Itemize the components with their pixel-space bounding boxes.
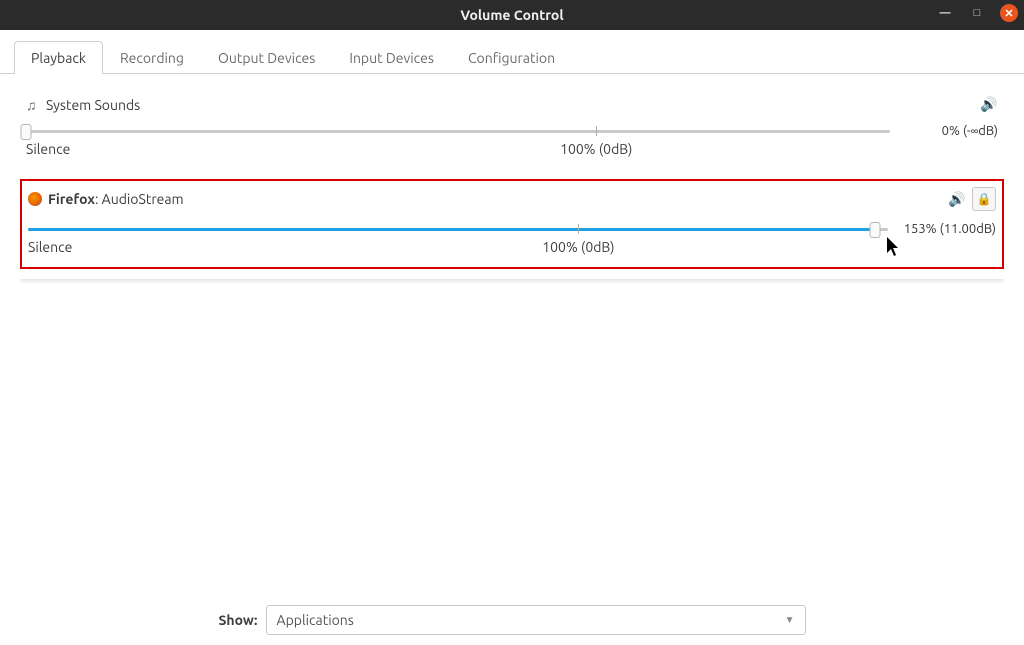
- mute-toggle-system[interactable]: 🔊: [980, 96, 998, 113]
- playback-content: ♫ System Sounds 🔊 0% (-∞dB) Silence 100%…: [0, 74, 1024, 269]
- volume-slider-firefox[interactable]: [28, 219, 888, 239]
- window-title: Volume Control: [460, 7, 563, 23]
- caption-100-firefox: 100% (0dB): [542, 239, 614, 255]
- tab-playback[interactable]: Playback: [14, 41, 103, 74]
- stream-app-name: Firefox: [48, 191, 95, 207]
- tab-configuration[interactable]: Configuration: [451, 41, 572, 74]
- show-combobox[interactable]: Applications ▼: [266, 605, 806, 635]
- firefox-icon: [28, 192, 42, 206]
- lock-channels-button[interactable]: 🔒: [972, 187, 996, 211]
- volume-value-firefox: 153% (11.00dB): [900, 222, 996, 236]
- volume-value-system: 0% (-∞dB): [902, 124, 998, 138]
- lock-icon: 🔒: [977, 192, 992, 206]
- tab-recording[interactable]: Recording: [103, 41, 201, 74]
- caption-silence-firefox: Silence: [28, 239, 72, 255]
- bottom-bar: Show: Applications ▼: [0, 605, 1024, 635]
- maximize-button[interactable]: □: [968, 4, 986, 22]
- stream-system-sounds: ♫ System Sounds 🔊 0% (-∞dB) Silence 100%…: [20, 90, 1004, 169]
- stream-firefox: Firefox: AudioStream 🔊 🔒 153% (11.00dB) …: [20, 179, 1004, 269]
- tab-output-devices[interactable]: Output Devices: [201, 41, 332, 74]
- scroll-indicator: [20, 279, 1004, 283]
- show-combobox-value: Applications: [277, 612, 354, 628]
- mute-toggle-firefox[interactable]: 🔊: [948, 191, 966, 208]
- caption-silence-system: Silence: [26, 141, 70, 157]
- tab-bar: Playback Recording Output Devices Input …: [0, 30, 1024, 74]
- stream-title-firefox: Firefox: AudioStream: [48, 191, 184, 207]
- music-note-icon: ♫: [26, 97, 40, 113]
- volume-slider-system[interactable]: [26, 121, 890, 141]
- minimize-button[interactable]: —: [936, 4, 954, 22]
- window-controls: — □ ✕: [936, 4, 1018, 22]
- stream-name: AudioStream: [102, 191, 184, 207]
- show-label: Show:: [218, 612, 257, 628]
- chevron-down-icon: ▼: [785, 614, 795, 626]
- caption-100-system: 100% (0dB): [560, 141, 632, 157]
- title-bar: Volume Control — □ ✕: [0, 0, 1024, 30]
- close-button[interactable]: ✕: [1000, 4, 1018, 22]
- tab-input-devices[interactable]: Input Devices: [332, 41, 451, 74]
- stream-title-system: System Sounds: [46, 97, 140, 113]
